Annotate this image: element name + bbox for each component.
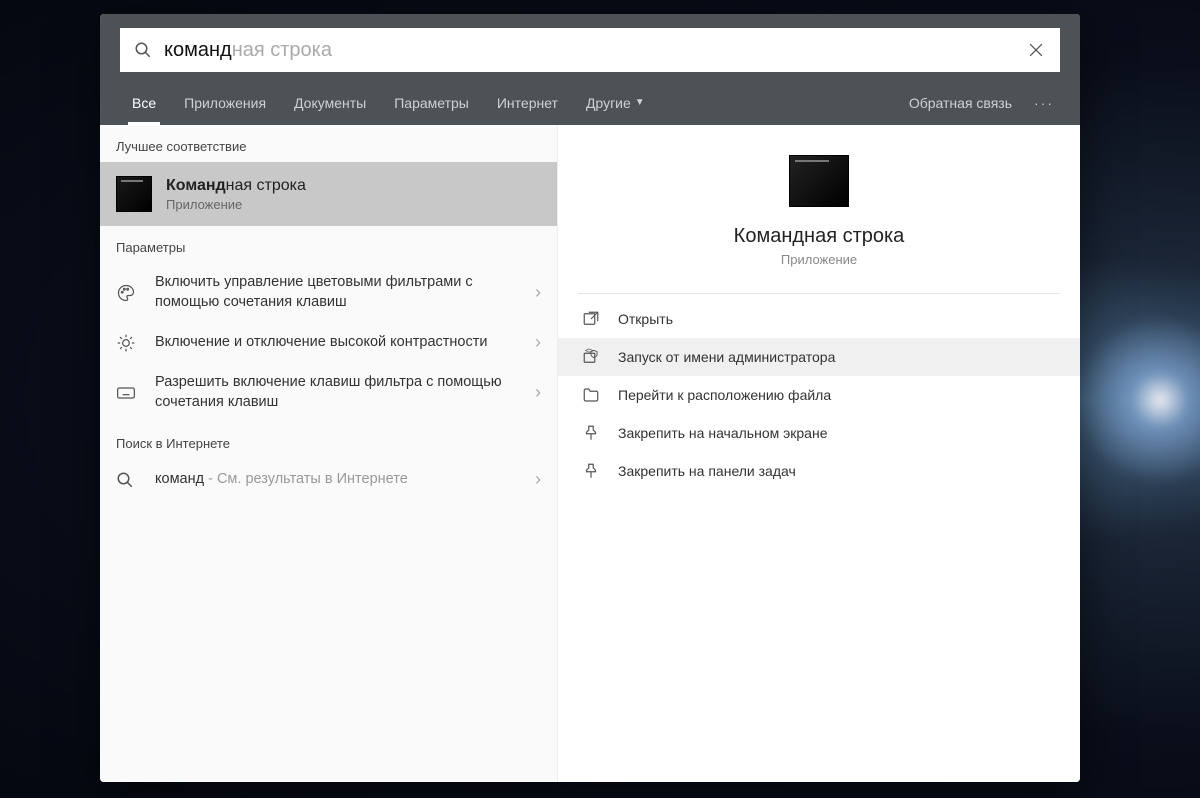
open-icon [582,310,604,328]
background-flare [1060,300,1200,500]
tab-documents[interactable]: Документы [280,80,380,125]
settings-result-label: Разрешить включение клавиш фильтра с пом… [155,373,521,412]
best-match-subtitle: Приложение [166,197,306,212]
action-open-file-location[interactable]: Перейти к расположению файла [558,376,1080,414]
settings-result-high-contrast[interactable]: Включение и отключение высокой контрастн… [100,322,557,363]
search-typed-text: команд [164,39,232,61]
best-match-title-bold: Команд [166,177,226,194]
pin-icon [582,462,604,480]
chevron-right-icon: › [535,382,541,403]
pin-icon [582,424,604,442]
action-label: Закрепить на панели задач [618,463,796,479]
tab-web[interactable]: Интернет [483,80,572,125]
cmd-icon [116,176,152,212]
settings-result-label: Включить управление цветовыми фильтрами … [155,273,521,312]
filter-tabs: Все Приложения Документы Параметры Интер… [100,80,1080,125]
folder-icon [582,386,604,404]
preview-title: Командная строка [578,225,1060,248]
search-bar-container: командная строка [100,14,1080,80]
tab-docs-label: Документы [294,95,366,111]
action-pin-taskbar[interactable]: Закрепить на панели задач [558,452,1080,490]
search-bar[interactable]: командная строка [120,28,1060,72]
tab-more[interactable]: Другие ▼ [572,80,659,125]
action-label: Открыть [618,311,673,327]
tab-all[interactable]: Все [118,80,170,125]
preview-header: Командная строка Приложение [558,125,1080,287]
search-autocomplete-text: ная строка [232,39,332,61]
preview-column: Командная строка Приложение Открыть Запу… [558,125,1080,782]
clear-icon[interactable] [1026,40,1046,60]
tab-more-label: Другие [586,95,631,111]
chevron-right-icon: › [535,469,541,490]
admin-icon [582,348,604,366]
chevron-right-icon: › [535,282,541,303]
search-input[interactable]: командная строка [152,39,1026,62]
brightness-icon [116,333,141,353]
more-options-icon[interactable]: ··· [1026,95,1062,111]
divider [578,293,1060,294]
windows-search-panel: командная строка Все Приложения Документ… [100,14,1080,782]
settings-result-label: Включение и отключение высокой контрастн… [155,333,521,353]
palette-icon [116,283,141,303]
preview-subtitle: Приложение [578,252,1060,267]
cmd-icon [789,155,849,207]
action-label: Запуск от имени администратора [618,349,835,365]
best-match-title: Командная строка [166,177,306,195]
search-icon [134,41,152,59]
feedback-link[interactable]: Обратная связь [895,95,1026,111]
search-icon [116,471,141,489]
keyboard-icon [116,383,141,403]
action-label: Перейти к расположению файла [618,387,831,403]
feedback-label: Обратная связь [909,95,1012,111]
chevron-right-icon: › [535,332,541,353]
web-search-result[interactable]: команд - См. результаты в Интернете › [100,459,557,500]
best-match-result[interactable]: Командная строка Приложение [100,162,557,226]
section-web-header: Поиск в Интернете [100,422,557,459]
action-label: Закрепить на начальном экране [618,425,828,441]
action-pin-start[interactable]: Закрепить на начальном экране [558,414,1080,452]
chevron-down-icon: ▼ [635,97,645,108]
settings-result-color-filters[interactable]: Включить управление цветовыми фильтрами … [100,263,557,322]
web-result-term: команд [155,471,204,487]
results-column: Лучшее соответствие Командная строка При… [100,125,558,782]
tab-all-label: Все [132,95,156,111]
web-result-suffix: - См. результаты в Интернете [204,471,408,487]
tab-apps-label: Приложения [184,95,266,111]
tab-settings[interactable]: Параметры [380,80,483,125]
tab-settings-label: Параметры [394,95,469,111]
section-best-match-header: Лучшее соответствие [100,125,557,162]
action-run-as-admin[interactable]: Запуск от имени администратора [558,338,1080,376]
best-match-title-rest: ная строка [226,177,306,194]
web-result-label: команд - См. результаты в Интернете [155,470,521,490]
action-open[interactable]: Открыть [558,300,1080,338]
section-settings-header: Параметры [100,226,557,263]
tab-web-label: Интернет [497,95,558,111]
settings-result-filter-keys[interactable]: Разрешить включение клавиш фильтра с пом… [100,363,557,422]
tab-apps[interactable]: Приложения [170,80,280,125]
